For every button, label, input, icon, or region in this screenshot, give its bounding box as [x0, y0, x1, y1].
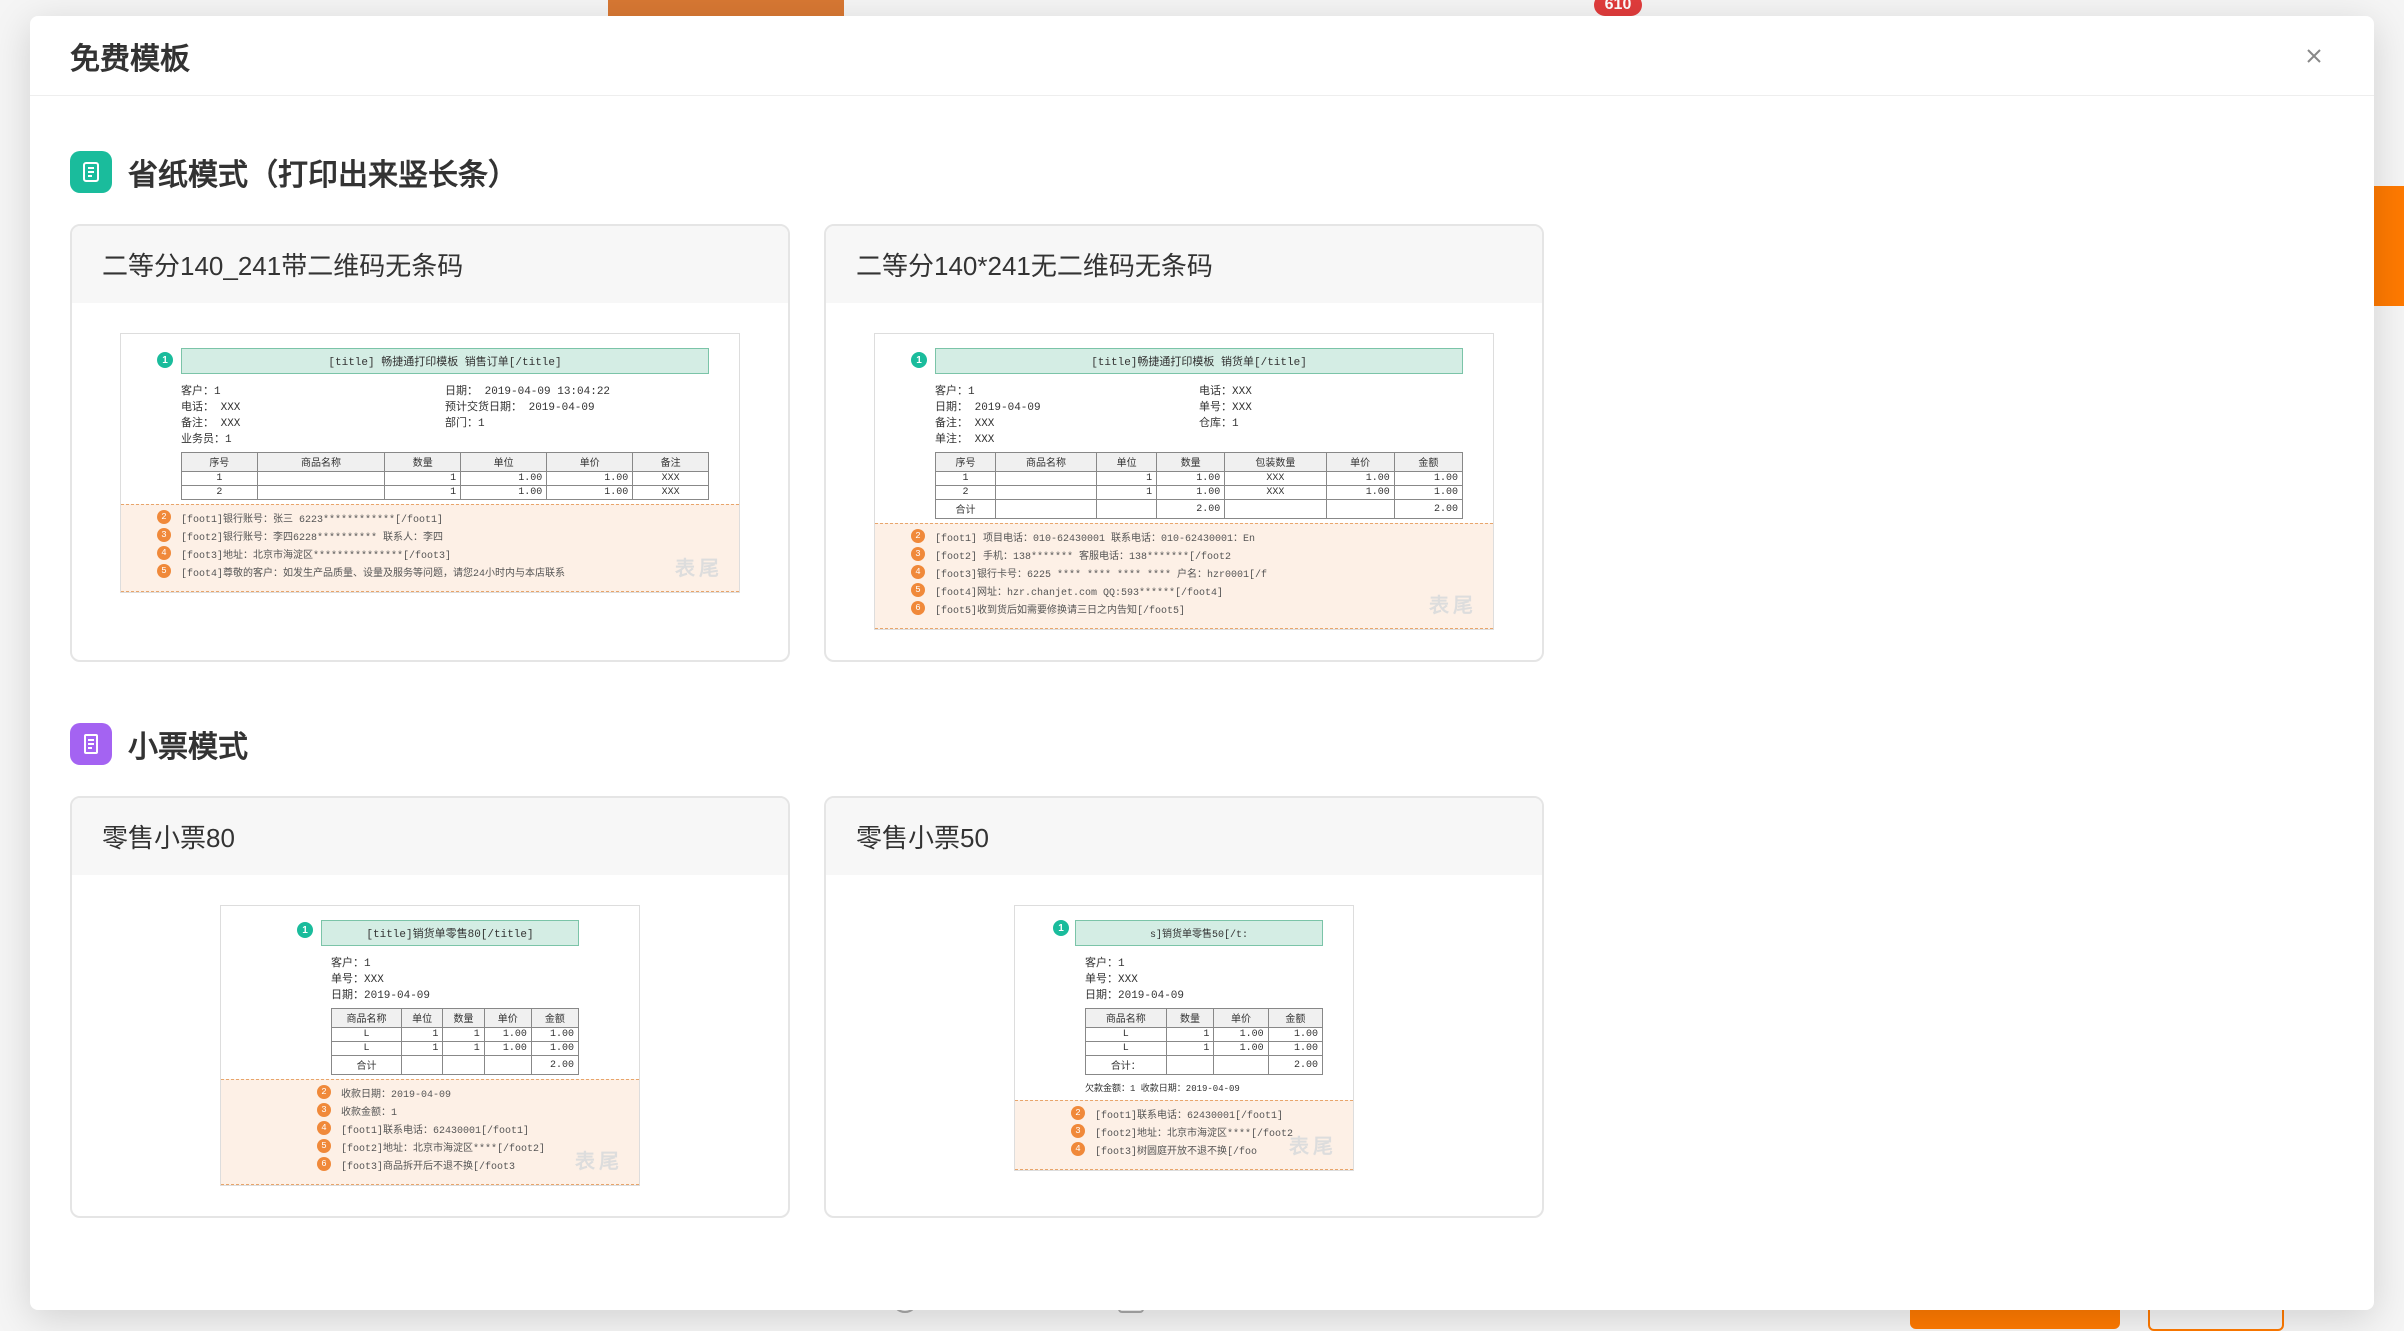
preview-info: 客户：1 电话： XXX 备注： XXX 业务员：1 日期： 2019-04-0…: [121, 380, 739, 448]
preview-title: [title] 畅捷通打印模板 销售订单[/title]: [181, 348, 709, 374]
info-line: 备注： XXX: [181, 414, 445, 430]
card-preview: 1 [title]销货单零售80[/title] 客户：1 单号：XXX 日期：…: [72, 875, 788, 1216]
close-icon: [2302, 44, 2326, 68]
marker-dot: 1: [911, 352, 927, 368]
watermark: 表尾: [1429, 589, 1477, 618]
marker-dot: 1: [297, 922, 313, 938]
info-line: 部门：1: [445, 414, 709, 430]
modal-body: 省纸模式（打印出来竖长条） 二等分140_241带二维码无条码 1 [title…: [30, 96, 2374, 1310]
preview-info: 客户：1 单号：XXX 日期：2019-04-09: [1015, 952, 1353, 1004]
preview-title: [title]畅捷通打印模板 销货单[/title]: [935, 348, 1463, 374]
preview-footer: 2[foot1]银行账号：张三 6223************[/foot1]…: [121, 504, 739, 592]
preview-doc: 1 [title]畅捷通打印模板 销货单[/title] 客户：1 日期： 20…: [874, 333, 1494, 630]
info-line: 电话：XXX: [1199, 382, 1463, 398]
card-preview: 1 [title]畅捷通打印模板 销货单[/title] 客户：1 日期： 20…: [826, 303, 1542, 660]
preview-info: 客户：1 日期： 2019-04-09 备注： XXX 单注： XXX 电话：X…: [875, 380, 1493, 448]
marker-dot: 1: [1053, 920, 1069, 936]
card-preview: 1 [title] 畅捷通打印模板 销售订单[/title] 客户：1 电话： …: [72, 303, 788, 623]
preview-title: [title]销货单零售80[/title]: [321, 920, 579, 946]
info-line: 日期： 2019-04-09: [935, 398, 1199, 414]
free-template-modal: 免费模板 省纸模式（打印出来竖长条） 二等分140_241带二维码无条码 1 […: [30, 16, 2374, 1310]
card-title: 二等分140*241无二维码无条码: [826, 226, 1542, 303]
card-title: 零售小票50: [826, 798, 1542, 875]
info-line: 单号：XXX: [1199, 398, 1463, 414]
notification-badge: 610: [1594, 0, 1642, 16]
card-title: 二等分140_241带二维码无条码: [72, 226, 788, 303]
info-line: 业务员：1: [181, 430, 445, 446]
preview-table: 商品名称单位数量单价金额 L111.001.00 L111.001.00 合计2…: [331, 1008, 579, 1075]
preview-table: 序号商品名称数量单位单价备注 111.001.00XXX 211.001.00X…: [181, 452, 709, 500]
info-line: 日期：2019-04-09: [1085, 986, 1323, 1002]
marker-dot: 1: [157, 352, 173, 368]
preview-doc: 1 [title] 畅捷通打印模板 销售订单[/title] 客户：1 电话： …: [120, 333, 740, 593]
preview-receipt: 1 [title]销货单零售80[/title] 客户：1 单号：XXX 日期：…: [220, 905, 640, 1186]
section-title: 小票模式: [128, 722, 248, 766]
info-line: 客户：1: [1085, 954, 1323, 970]
info-line: 单号：XXX: [331, 970, 579, 986]
close-button[interactable]: [2294, 36, 2334, 76]
card-grid-a: 二等分140_241带二维码无条码 1 [title] 畅捷通打印模板 销售订单…: [70, 224, 2334, 662]
watermark: 表尾: [675, 552, 723, 581]
info-line: 仓库：1: [1199, 414, 1463, 430]
doc-icon: [70, 151, 112, 193]
template-card[interactable]: 二等分140*241无二维码无条码 1 [title]畅捷通打印模板 销货单[/…: [824, 224, 1544, 662]
template-card[interactable]: 零售小票50 1 s]销货单零售50[/t: 客户：1 单号：XXX 日期：20…: [824, 796, 1544, 1218]
section-header-paper-save: 省纸模式（打印出来竖长条）: [70, 150, 2334, 194]
card-preview: 1 s]销货单零售50[/t: 客户：1 单号：XXX 日期：2019-04-0…: [826, 875, 1542, 1201]
preview-receipt-small: 1 s]销货单零售50[/t: 客户：1 单号：XXX 日期：2019-04-0…: [1014, 905, 1354, 1171]
modal-title: 免费模板: [70, 34, 190, 78]
info-line: 客户：1: [935, 382, 1199, 398]
preview-footer: 2[foot1] 项目电话：010-62430001 联系电话：010-6243…: [875, 523, 1493, 629]
card-grid-b: 零售小票80 1 [title]销货单零售80[/title] 客户：1 单号：…: [70, 796, 2334, 1218]
section-header-receipt: 小票模式: [70, 722, 2334, 766]
card-title: 零售小票80: [72, 798, 788, 875]
info-line: 客户：1: [331, 954, 579, 970]
info-line: 预计交货日期： 2019-04-09: [445, 398, 709, 414]
preview-table: 商品名称数量单价金额 L11.001.00 L11.001.00 合计：2.00: [1085, 1008, 1323, 1075]
preview-table: 序号商品名称单位数量包装数量单价金额 111.00XXX1.001.00 211…: [935, 452, 1463, 519]
preview-footer: 2收款日期：2019-04-09 3收款金额：1 4[foot1]联系电话：62…: [221, 1079, 639, 1185]
template-card[interactable]: 零售小票80 1 [title]销货单零售80[/title] 客户：1 单号：…: [70, 796, 790, 1218]
info-line: 日期：2019-04-09: [331, 986, 579, 1002]
watermark: 表尾: [575, 1145, 623, 1174]
info-line: 电话： XXX: [181, 398, 445, 414]
preview-title: s]销货单零售50[/t:: [1075, 920, 1323, 946]
template-card[interactable]: 二等分140_241带二维码无条码 1 [title] 畅捷通打印模板 销售订单…: [70, 224, 790, 662]
watermark: 表尾: [1289, 1130, 1337, 1159]
preview-info: 客户：1 单号：XXX 日期：2019-04-09: [221, 952, 639, 1004]
info-line: 日期： 2019-04-09 13:04:22: [445, 382, 709, 398]
info-line: 单号：XXX: [1085, 970, 1323, 986]
info-line: 单注： XXX: [935, 430, 1199, 446]
section-title: 省纸模式（打印出来竖长条）: [128, 150, 518, 194]
info-line: 备注： XXX: [935, 414, 1199, 430]
modal-header: 免费模板: [30, 16, 2374, 96]
info-line: 客户：1: [181, 382, 445, 398]
receipt-icon: [70, 723, 112, 765]
preview-footer: 2[foot1]联系电话：62430001[/foot1] 3[foot2]地址…: [1015, 1100, 1353, 1170]
info-line: 欠款金额：1 收款日期：2019-04-09: [1015, 1079, 1353, 1096]
bg-orange-bar: [608, 0, 844, 16]
